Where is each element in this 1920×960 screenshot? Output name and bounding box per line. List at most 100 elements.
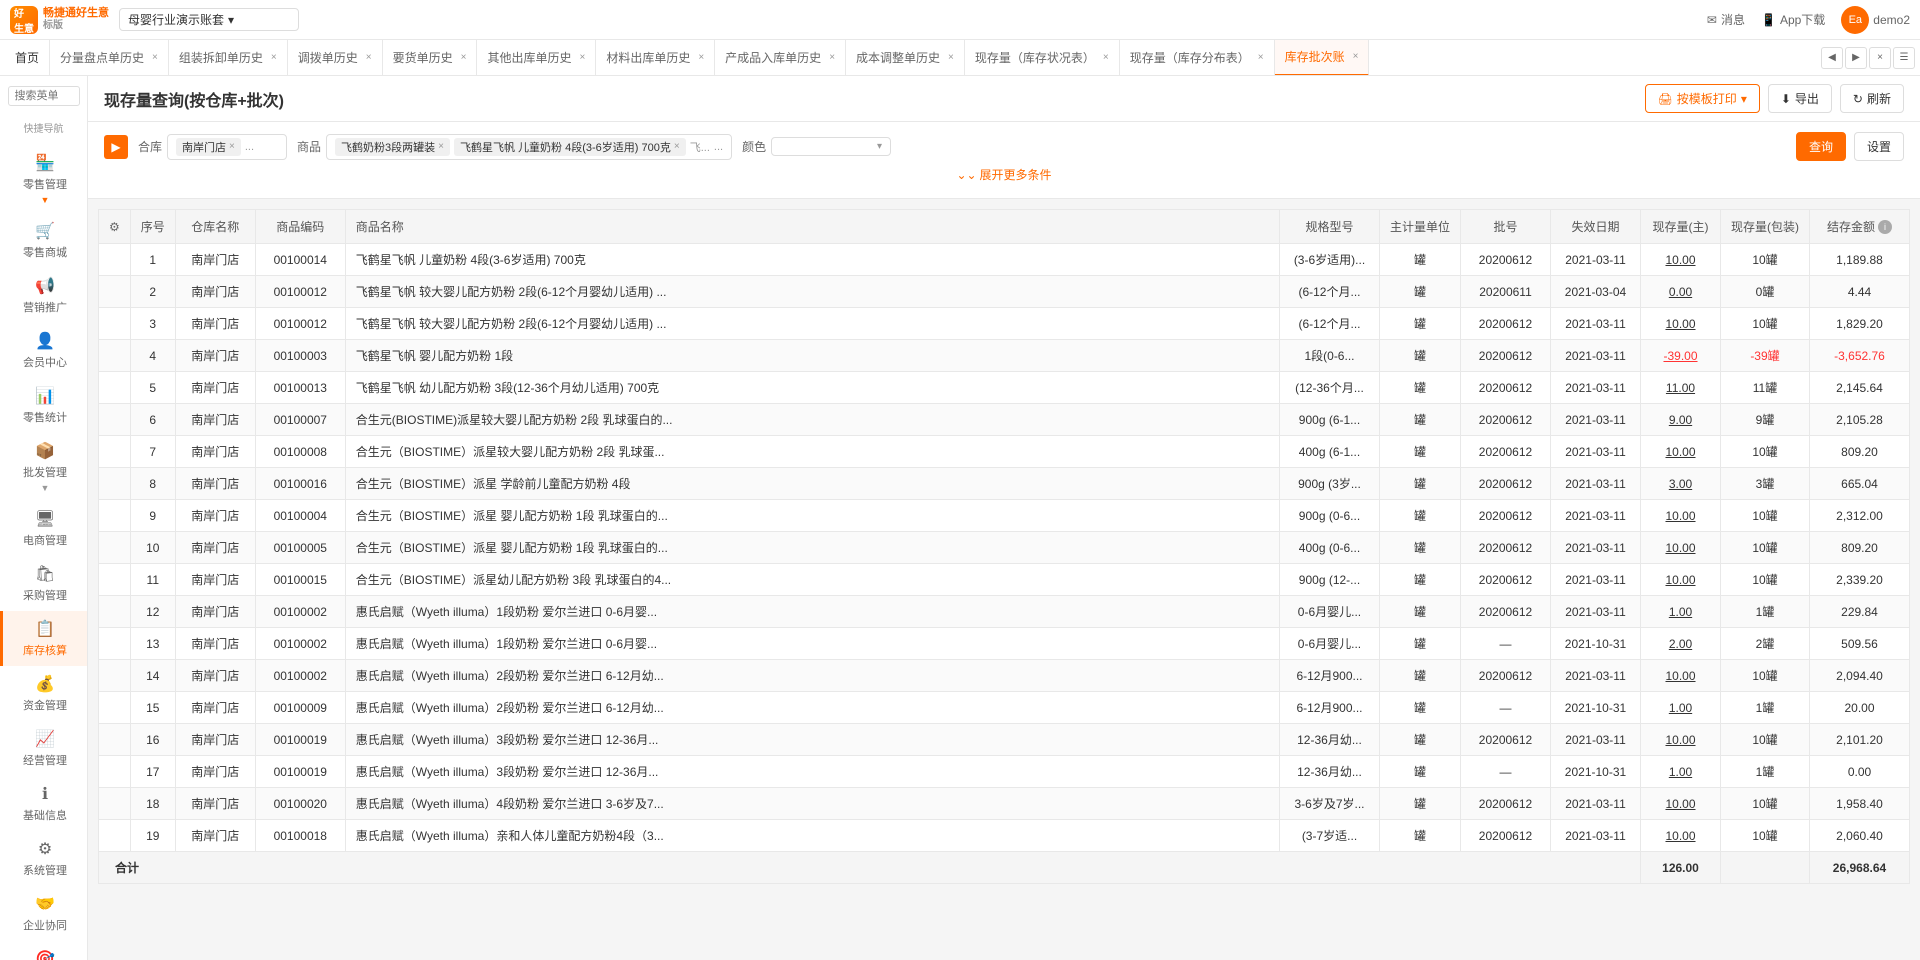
sidebar-item-retail-stats[interactable]: 📊 零售统计 xyxy=(0,378,87,433)
row-stock-main[interactable]: 10.00 xyxy=(1641,308,1721,340)
row-batch: — xyxy=(1461,628,1551,660)
sidebar-item-marketing[interactable]: 📢 营销推广 xyxy=(0,268,87,323)
sidebar-item-retail-store[interactable]: 🛒 零售商城 xyxy=(0,213,87,268)
sidebar-item-purchase[interactable]: 🛍 采购管理 xyxy=(0,556,87,611)
row-stock-main[interactable]: 10.00 xyxy=(1641,660,1721,692)
warehouse-tag-more[interactable]: ... xyxy=(245,141,254,153)
row-stock-main[interactable]: 10.00 xyxy=(1641,500,1721,532)
sidebar-item-retail-mgmt[interactable]: 🏪 零售管理 ▼ xyxy=(0,145,87,213)
nav-next-btn[interactable]: ▶ xyxy=(1845,47,1867,69)
row-stock-main[interactable]: 9.00 xyxy=(1641,404,1721,436)
table-row: 13 南岸门店 00100002 惠氏启赋（Wyeth illuma）1段奶粉 … xyxy=(99,628,1910,660)
table-row: 17 南岸门店 00100019 惠氏启赋（Wyeth illuma）3段奶粉 … xyxy=(99,756,1910,788)
row-stock-main[interactable]: 10.00 xyxy=(1641,788,1721,820)
refresh-btn[interactable]: ↻ 刷新 xyxy=(1840,84,1904,113)
wholesale-mgmt-arrow-icon: ▼ xyxy=(41,483,50,493)
row-stock-main[interactable]: 1.00 xyxy=(1641,756,1721,788)
warehouse-tag-close-icon[interactable]: × xyxy=(229,141,235,152)
tab-stock-status[interactable]: 现存量（库存状况表） × xyxy=(965,40,1120,76)
tab-close-icon[interactable]: × xyxy=(698,52,704,63)
row-stock-main[interactable]: 1.00 xyxy=(1641,692,1721,724)
expand-more-btn[interactable]: ⌄⌄ 展开更多条件 xyxy=(104,161,1904,188)
tab-close-icon[interactable]: × xyxy=(579,52,585,63)
sidebar-item-enterprise-collab[interactable]: 🤝 企业协同 xyxy=(0,886,87,941)
app-download-btn[interactable]: 📱 App下载 xyxy=(1761,11,1825,28)
tab-close-icon[interactable]: × xyxy=(366,52,372,63)
sidebar-item-finance[interactable]: 💰 资金管理 xyxy=(0,666,87,721)
product-tags-box[interactable]: 飞鹤奶粉3段两罐装 × 飞鹤星飞帆 儿童奶粉 4段(3-6岁适用) 700克 ×… xyxy=(326,134,732,160)
color-box[interactable]: ▾ xyxy=(771,137,891,156)
row-stock-main[interactable]: 10.00 xyxy=(1641,564,1721,596)
tab-disassemble-history[interactable]: 组装拆卸单历史 × xyxy=(169,40,288,76)
row-batch: — xyxy=(1461,756,1551,788)
sidebar-item-system[interactable]: ⚙ 系统管理 xyxy=(0,831,87,886)
user-info[interactable]: Ea demo2 xyxy=(1841,6,1910,34)
tab-other-out-history[interactable]: 其他出库单历史 × xyxy=(477,40,596,76)
sidebar-item-ecommerce[interactable]: 🖥 电商管理 xyxy=(0,501,87,556)
product-tag-2-close-icon[interactable]: × xyxy=(674,141,680,152)
nav-close-all-btn[interactable]: × xyxy=(1869,47,1891,69)
row-stock-main[interactable]: 10.00 xyxy=(1641,244,1721,276)
tab-mix-history[interactable]: 调拨单历史 × xyxy=(288,40,383,76)
tab-close-icon[interactable]: × xyxy=(948,52,954,63)
row-warehouse: 南岸门店 xyxy=(175,820,255,852)
tab-close-icon[interactable]: × xyxy=(461,52,467,63)
row-expiry: 2021-10-31 xyxy=(1551,628,1641,660)
message-btn[interactable]: ✉ 消息 xyxy=(1707,11,1745,28)
tab-close-icon[interactable]: × xyxy=(1353,51,1359,62)
tab-close-icon[interactable]: × xyxy=(829,52,835,63)
tab-close-icon[interactable]: × xyxy=(152,52,158,63)
tab-batch-voucher[interactable]: 库存批次账 × xyxy=(1275,40,1370,76)
row-expiry: 2021-10-31 xyxy=(1551,756,1641,788)
row-stock-main[interactable]: 10.00 xyxy=(1641,724,1721,756)
warehouse-tags-box[interactable]: 南岸门店 × ... xyxy=(167,134,287,160)
row-stock-main[interactable]: -39.00 xyxy=(1641,340,1721,372)
filter-expand-btn[interactable]: ▶ xyxy=(104,135,128,159)
settings-icon[interactable]: ⚙ xyxy=(109,220,120,234)
settings-btn[interactable]: 设置 xyxy=(1854,132,1904,161)
workspace-select[interactable]: 母婴行业演示账套 ▾ xyxy=(119,8,299,31)
product-tag-2: 飞鹤星飞帆 儿童奶粉 4段(3-6岁适用) 700克 × xyxy=(454,138,686,156)
tab-material-out-history[interactable]: 材料出库单历史 × xyxy=(596,40,715,76)
row-name: 惠氏启赋（Wyeth illuma）亲和人体儿童配方奶粉4段（3... xyxy=(345,820,1279,852)
tab-product-in-history[interactable]: 产成品入库单历史 × xyxy=(715,40,846,76)
logo-subtext: 标版 xyxy=(43,20,109,32)
row-stock-main[interactable]: 0.00 xyxy=(1641,276,1721,308)
sidebar-item-wholesale-mgmt[interactable]: 📦 批发管理 ▼ xyxy=(0,433,87,501)
tab-close-icon[interactable]: × xyxy=(1258,52,1264,63)
row-stock-main[interactable]: 3.00 xyxy=(1641,468,1721,500)
row-stock-main[interactable]: 2.00 xyxy=(1641,628,1721,660)
nav-prev-btn[interactable]: ◀ xyxy=(1821,47,1843,69)
row-stock-main[interactable]: 10.00 xyxy=(1641,820,1721,852)
tab-home[interactable]: 首页 xyxy=(5,40,50,76)
print-template-btn[interactable]: 🖨 按模板打印 ▾ xyxy=(1645,84,1760,113)
query-btn[interactable]: 查询 xyxy=(1796,132,1846,161)
row-stock-main[interactable]: 10.00 xyxy=(1641,532,1721,564)
tab-close-icon[interactable]: × xyxy=(271,52,277,63)
search-input[interactable] xyxy=(8,86,80,106)
tab-split-inventory-history[interactable]: 分量盘点单历史 × xyxy=(50,40,169,76)
row-stock-main[interactable]: 10.00 xyxy=(1641,436,1721,468)
expand-icon: ⌄⌄ xyxy=(956,168,976,182)
amount-info-icon[interactable]: i xyxy=(1878,220,1892,234)
product-dots[interactable]: ... xyxy=(714,141,723,153)
sidebar-item-member-center[interactable]: 👤 会员中心 xyxy=(0,323,87,378)
tab-stock-dist[interactable]: 现存量（库存分布表） × xyxy=(1120,40,1275,76)
tab-cost-adjust-history[interactable]: 成本调整单历史 × xyxy=(846,40,965,76)
tab-require-history[interactable]: 要货单历史 × xyxy=(383,40,478,76)
row-stock-main[interactable]: 11.00 xyxy=(1641,372,1721,404)
retail-mgmt-icon: 🏪 xyxy=(35,153,55,173)
row-spec: 3-6岁及7岁... xyxy=(1279,788,1379,820)
sidebar-item-new-guide[interactable]: 🎯 新手引导 xyxy=(0,941,87,960)
tab-close-icon[interactable]: × xyxy=(1103,52,1109,63)
nav-menu-btn[interactable]: ☰ xyxy=(1893,47,1915,69)
sidebar-item-inventory-check[interactable]: 📋 库存核算 xyxy=(0,611,87,666)
sidebar-item-operations[interactable]: 📈 经营管理 xyxy=(0,721,87,776)
row-stock-main[interactable]: 1.00 xyxy=(1641,596,1721,628)
row-name: 惠氏启赋（Wyeth illuma）1段奶粉 爱尔兰进口 0-6月婴... xyxy=(345,596,1279,628)
sidebar-item-basic-info[interactable]: ℹ 基础信息 xyxy=(0,776,87,831)
product-tag-1-close-icon[interactable]: × xyxy=(438,141,444,152)
settings-label: 设置 xyxy=(1867,138,1891,155)
row-icon-cell xyxy=(99,756,131,788)
export-btn[interactable]: ⬇ 导出 xyxy=(1768,84,1832,113)
